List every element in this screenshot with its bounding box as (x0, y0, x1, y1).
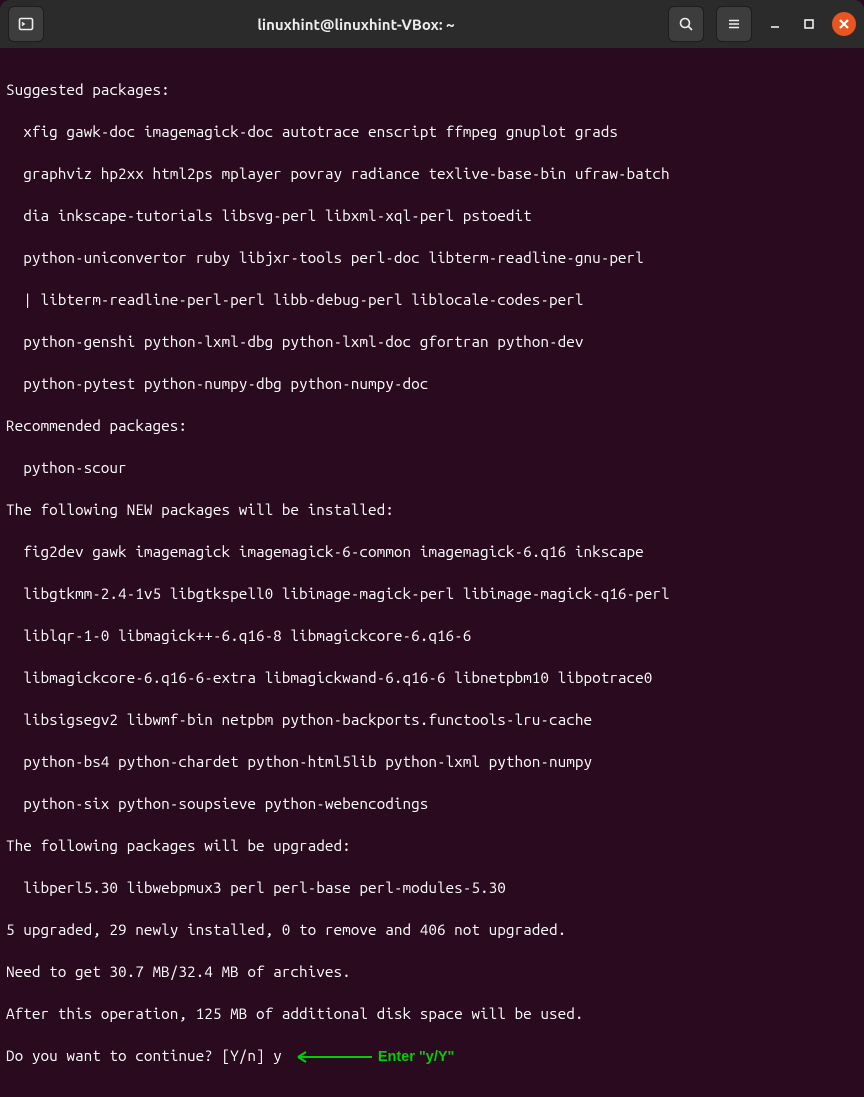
terminal-line: Need to get 30.7 MB/32.4 MB of archives. (6, 961, 856, 982)
terminal-body[interactable]: Suggested packages: xfig gawk-doc imagem… (0, 48, 864, 1097)
prompt-text: Do you want to continue? [Y/n] y (6, 1047, 282, 1064)
terminal-line: libgtkmm-2.4-1v5 libgtkspell0 libimage-m… (6, 583, 856, 604)
terminal-line: python-pytest python-numpy-dbg python-nu… (6, 373, 856, 394)
terminal-line: python-uniconvertor ruby libjxr-tools pe… (6, 247, 856, 268)
terminal-line: The following NEW packages will be insta… (6, 499, 856, 520)
search-button[interactable] (668, 6, 704, 42)
terminal-line: python-six python-soupsieve python-weben… (6, 793, 856, 814)
close-button[interactable] (832, 12, 856, 36)
window-title: linuxhint@linuxhint-VBox: ~ (52, 16, 660, 33)
terminal-line: python-scour (6, 457, 856, 478)
terminal-line: graphviz hp2xx html2ps mplayer povray ra… (6, 163, 856, 184)
maximize-button[interactable] (798, 13, 820, 35)
terminal-line: Suggested packages: (6, 79, 856, 100)
terminal-line: liblqr-1-0 libmagick++-6.q16-8 libmagick… (6, 625, 856, 646)
terminal-line: libsigsegv2 libwmf-bin netpbm python-bac… (6, 709, 856, 730)
maximize-icon (802, 17, 816, 31)
terminal-line: After this operation, 125 MB of addition… (6, 1003, 856, 1024)
annotation-text: Enter "y/Y" (378, 1049, 455, 1065)
terminal-line: dia inkscape-tutorials libsvg-perl libxm… (6, 205, 856, 226)
menu-button[interactable] (716, 6, 752, 42)
terminal-line: xfig gawk-doc imagemagick-doc autotrace … (6, 121, 856, 142)
terminal-line: Recommended packages: (6, 415, 856, 436)
terminal-line: libperl5.30 libwebpmux3 perl perl-base p… (6, 877, 856, 898)
close-icon (839, 19, 849, 29)
search-icon (678, 16, 694, 32)
terminal-line: python-genshi python-lxml-dbg python-lxm… (6, 331, 856, 352)
terminal-line: libmagickcore-6.q16-6-extra libmagickwan… (6, 667, 856, 688)
arrow-left-icon (292, 1051, 372, 1063)
terminal-line: 5 upgraded, 29 newly installed, 0 to rem… (6, 919, 856, 940)
minimize-icon (768, 17, 782, 31)
terminal-icon (18, 16, 34, 32)
terminal-line: The following packages will be upgraded: (6, 835, 856, 856)
titlebar-right (668, 6, 856, 42)
terminal-line: fig2dev gawk imagemagick imagemagick-6-c… (6, 541, 856, 562)
minimize-button[interactable] (764, 13, 786, 35)
annotation: Enter "y/Y" (292, 1047, 455, 1068)
title-bar: linuxhint@linuxhint-VBox: ~ (0, 0, 864, 48)
terminal-line: | libterm-readline-perl-perl libb-debug-… (6, 289, 856, 310)
new-tab-button[interactable] (8, 6, 44, 42)
terminal-line: Do you want to continue? [Y/n] y Enter "y… (6, 1045, 856, 1068)
hamburger-icon (726, 16, 742, 32)
terminal-line: python-bs4 python-chardet python-html5li… (6, 751, 856, 772)
